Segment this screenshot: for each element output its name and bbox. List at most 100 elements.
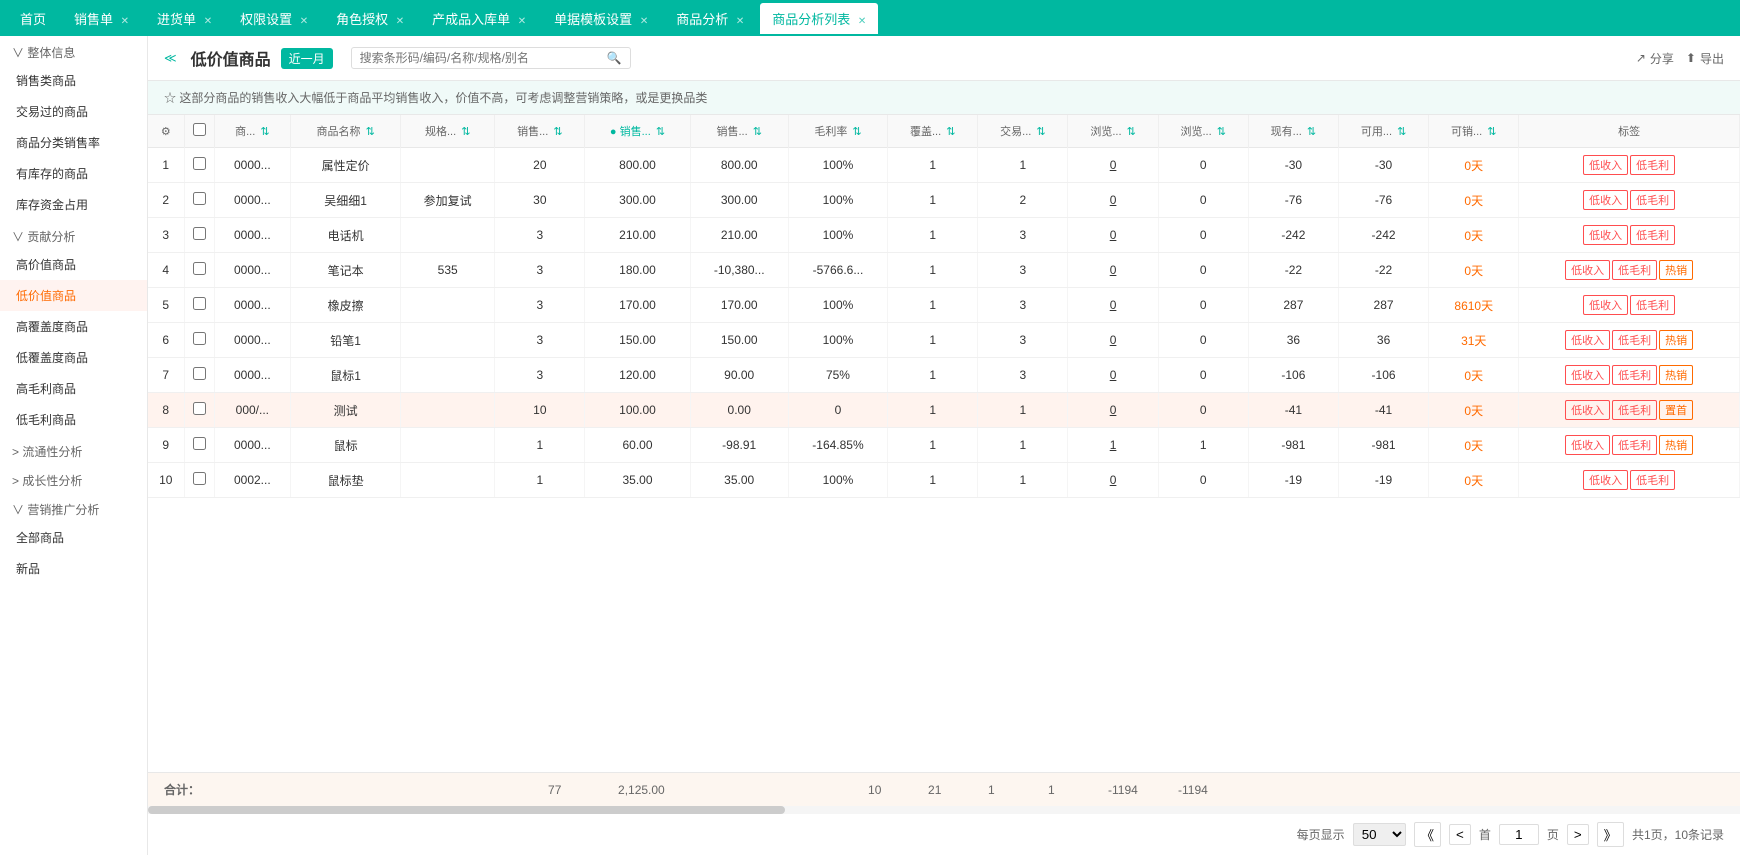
search-box[interactable]: 🔍	[351, 47, 631, 69]
browse-link[interactable]: 0	[1110, 403, 1117, 417]
page-last-btn[interactable]: 》	[1597, 822, 1624, 847]
row-checkbox[interactable]	[193, 227, 206, 240]
sidebar-section-overall[interactable]: ∨ 整体信息	[0, 36, 147, 65]
td-browse1[interactable]: 0	[1068, 183, 1158, 218]
browse-link[interactable]: 0	[1110, 158, 1117, 172]
sidebar-item-stock-fund[interactable]: 库存资金占用	[0, 189, 147, 220]
row-checkbox[interactable]	[193, 367, 206, 380]
nav-product-in-close[interactable]: ✕	[518, 16, 526, 27]
th-stock2[interactable]: 可用... ⇅	[1338, 115, 1428, 148]
scrollbar-thumb[interactable]	[148, 806, 785, 814]
sidebar-section-growth[interactable]: > 成长性分析	[0, 464, 147, 493]
tag-低收入[interactable]: 低收入	[1565, 400, 1610, 420]
tag-热销[interactable]: 热销	[1659, 365, 1693, 385]
sidebar-item-category-rate[interactable]: 商品分类销售率	[0, 127, 147, 158]
sidebar-item-sales-goods[interactable]: 销售类商品	[0, 65, 147, 96]
tag-低毛利[interactable]: 低毛利	[1630, 225, 1675, 245]
nav-home[interactable]: 首页	[8, 3, 58, 34]
td-check[interactable]	[184, 253, 214, 288]
sidebar-item-high-margin[interactable]: 高毛利商品	[0, 373, 147, 404]
scrollbar[interactable]	[148, 806, 1740, 814]
tag-低收入[interactable]: 低收入	[1565, 365, 1610, 385]
export-btn[interactable]: ⬆ 导出	[1686, 50, 1724, 67]
td-check[interactable]	[184, 183, 214, 218]
th-browse1[interactable]: 浏览... ⇅	[1068, 115, 1158, 148]
tag-置首[interactable]: 置首	[1659, 400, 1693, 420]
nav-role-close[interactable]: ✕	[396, 16, 404, 27]
td-browse1[interactable]: 0	[1068, 218, 1158, 253]
nav-product-in[interactable]: 产成品入库单 ✕	[420, 3, 538, 34]
sidebar-item-low-coverage[interactable]: 低覆盖度商品	[0, 342, 147, 373]
td-browse1[interactable]: 0	[1068, 288, 1158, 323]
browse-link[interactable]: 0	[1110, 473, 1117, 487]
td-check[interactable]	[184, 463, 214, 498]
th-spec[interactable]: 规格... ⇅	[401, 115, 495, 148]
page-prev-btn[interactable]: <	[1449, 824, 1471, 845]
row-checkbox[interactable]	[193, 472, 206, 485]
th-setting[interactable]: ⚙	[148, 115, 184, 148]
th-sale2[interactable]: ● 销售... ⇅	[585, 115, 690, 148]
tag-热销[interactable]: 热销	[1659, 330, 1693, 350]
sidebar-item-new-goods[interactable]: 新品	[0, 553, 147, 584]
sidebar-item-all-goods[interactable]: 全部商品	[0, 522, 147, 553]
nav-template[interactable]: 单据模板设置 ✕	[542, 3, 660, 34]
th-browse2[interactable]: 浏览... ⇅	[1158, 115, 1248, 148]
tag-低毛利[interactable]: 低毛利	[1612, 330, 1657, 350]
nav-analysis[interactable]: 商品分析 ✕	[664, 3, 756, 34]
nav-analysis-close[interactable]: ✕	[736, 16, 744, 27]
row-checkbox[interactable]	[193, 157, 206, 170]
th-days[interactable]: 可销... ⇅	[1429, 115, 1519, 148]
browse-link[interactable]: 0	[1110, 228, 1117, 242]
nav-purchase-close[interactable]: ✕	[204, 16, 212, 27]
th-stock1[interactable]: 现有... ⇅	[1248, 115, 1338, 148]
browse-link[interactable]: 0	[1110, 263, 1117, 277]
td-browse1[interactable]: 0	[1068, 463, 1158, 498]
th-gross[interactable]: 毛利率 ⇅	[788, 115, 887, 148]
period-badge[interactable]: 近一月	[281, 48, 333, 69]
tag-低收入[interactable]: 低收入	[1565, 260, 1610, 280]
row-checkbox[interactable]	[193, 437, 206, 450]
browse-link[interactable]: 0	[1110, 193, 1117, 207]
td-browse1[interactable]: 0	[1068, 393, 1158, 428]
td-browse1[interactable]: 0	[1068, 323, 1158, 358]
sidebar-section-flow[interactable]: > 流通性分析	[0, 435, 147, 464]
per-page-select[interactable]: 50 100 200	[1353, 823, 1406, 846]
nav-analysis-list-close[interactable]: ✕	[858, 16, 866, 27]
tag-低毛利[interactable]: 低毛利	[1612, 365, 1657, 385]
tag-低毛利[interactable]: 低毛利	[1630, 155, 1675, 175]
sidebar-item-low-value[interactable]: 低价值商品	[0, 280, 147, 311]
td-check[interactable]	[184, 393, 214, 428]
browse-link[interactable]: 0	[1110, 368, 1117, 382]
row-checkbox[interactable]	[193, 297, 206, 310]
td-browse1[interactable]: 0	[1068, 253, 1158, 288]
page-next-btn[interactable]: >	[1567, 824, 1589, 845]
sidebar-section-contrib[interactable]: ∨ 贡献分析	[0, 220, 147, 249]
th-trade[interactable]: 交易... ⇅	[978, 115, 1068, 148]
tag-热销[interactable]: 热销	[1659, 435, 1693, 455]
tag-低毛利[interactable]: 低毛利	[1612, 260, 1657, 280]
nav-permission[interactable]: 权限设置 ✕	[228, 3, 320, 34]
tag-低收入[interactable]: 低收入	[1565, 330, 1610, 350]
nav-purchase[interactable]: 进货单 ✕	[145, 3, 224, 34]
nav-permission-close[interactable]: ✕	[300, 16, 308, 27]
td-check[interactable]	[184, 218, 214, 253]
sidebar-item-stock-goods[interactable]: 有库存的商品	[0, 158, 147, 189]
sidebar-item-high-value[interactable]: 高价值商品	[0, 249, 147, 280]
td-browse1[interactable]: 0	[1068, 358, 1158, 393]
td-browse1[interactable]: 0	[1068, 148, 1158, 183]
tag-低毛利[interactable]: 低毛利	[1612, 400, 1657, 420]
td-check[interactable]	[184, 428, 214, 463]
sidebar-section-marketing[interactable]: ∨ 营销推广分析	[0, 493, 147, 522]
tag-低收入[interactable]: 低收入	[1565, 435, 1610, 455]
tag-低毛利[interactable]: 低毛利	[1630, 295, 1675, 315]
nav-analysis-list[interactable]: 商品分析列表 ✕	[760, 3, 878, 34]
nav-sales-close[interactable]: ✕	[121, 16, 129, 27]
td-check[interactable]	[184, 148, 214, 183]
browse-link[interactable]: 0	[1110, 298, 1117, 312]
tag-低收入[interactable]: 低收入	[1583, 470, 1628, 490]
browse-link[interactable]: 0	[1110, 333, 1117, 347]
page-first-btn[interactable]: 《	[1414, 822, 1441, 847]
nav-template-close[interactable]: ✕	[640, 16, 648, 27]
nav-role[interactable]: 角色授权 ✕	[324, 3, 416, 34]
td-check[interactable]	[184, 358, 214, 393]
